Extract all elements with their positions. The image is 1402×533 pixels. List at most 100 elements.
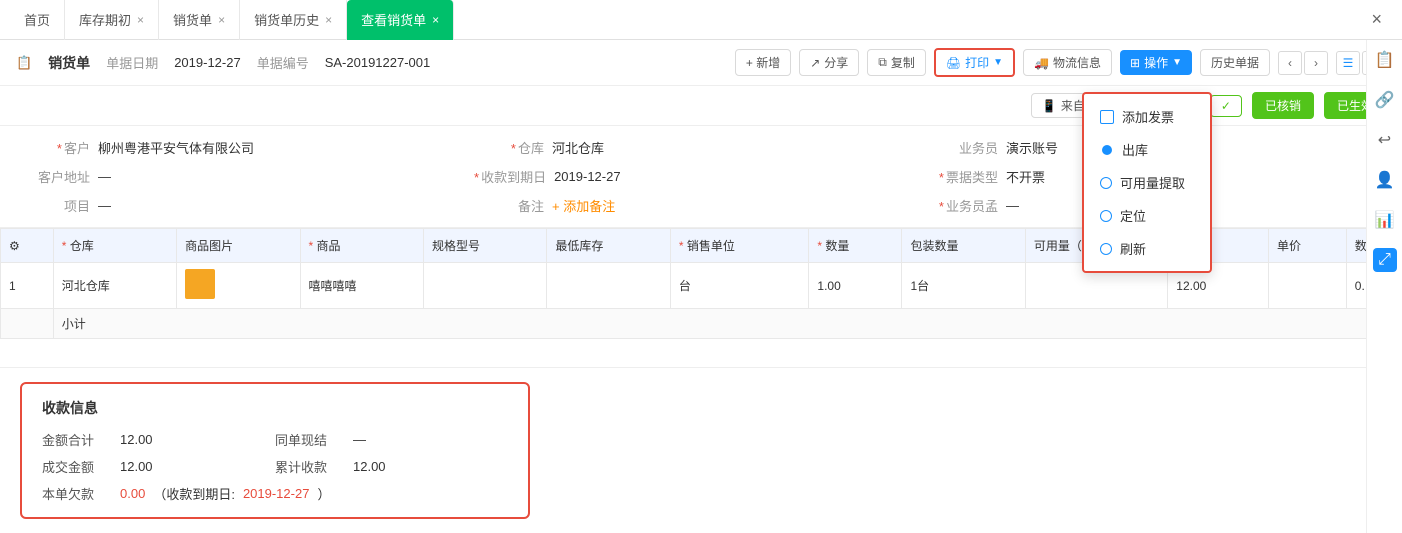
share-button[interactable]: ↗ 分享 [799,49,859,76]
add-invoice-label: 添加发票 [1122,107,1174,126]
operation-button[interactable]: ⊞ 操作 ▼ [1120,50,1192,75]
doc-meta: 单据日期 2019-12-27 单据编号 SA-20191227-001 [106,53,719,72]
same-order-value: — [353,432,366,447]
history-button[interactable]: 历史单据 [1200,49,1270,76]
tab-sales-history[interactable]: 销货单历史 × [240,0,347,40]
share-icon: ↗ [810,56,820,70]
bottom-panel: 收款信息 金额合计 12.00 同单现结 — 成交金额 12.00 [0,368,1402,533]
nav-arrows: ‹ › [1278,51,1328,75]
payment-title: 收款信息 [42,398,508,418]
sold-out-button[interactable]: 已核销 [1252,92,1314,119]
available-qty-item[interactable]: 可用量提取 [1084,166,1210,199]
tab-inventory[interactable]: 库存期初 × [65,0,159,40]
print-label: 打印 [965,54,989,71]
balance-row: 本单欠款 0.00 （收款到期日: 2019-12-27 ） [42,484,508,503]
sidebar-user-icon[interactable]: 👤 [1373,168,1397,192]
locate-item[interactable]: 定位 [1084,199,1210,232]
new-button[interactable]: + 新增 [735,49,791,76]
remark-label: 备注 [474,196,544,215]
remark-add[interactable]: + 添加备注 [552,196,615,215]
tab-view-sales[interactable]: 查看销货单 × [347,0,454,40]
row-min-stock [547,263,670,309]
window-close-button[interactable]: × [1361,9,1392,30]
ticket-label: 票据类型 [928,167,998,186]
list-view-icon[interactable]: ☰ [1336,51,1360,75]
subtotal-row: 小计 [1,309,1402,339]
col-settings[interactable]: ⚙ [1,229,54,263]
payment-grid: 金额合计 12.00 同单现结 — 成交金额 12.00 累计收款 12.00 [42,430,508,503]
operation-dropdown: 添加发票 出库 可用量提取 定位 刷新 [1082,92,1212,273]
prev-arrow[interactable]: ‹ [1278,51,1302,75]
tab-sales-history-close[interactable]: × [325,13,332,27]
project-row: 项目 — [20,196,474,215]
col-product: * 商品 [300,229,423,263]
add-invoice-icon [1100,110,1114,124]
due-date-label: 收款到期日 [474,167,546,186]
total-value: 12.00 [120,432,153,447]
row-warehouse: 河北仓库 [53,263,176,309]
cumulative-value: 12.00 [353,459,386,474]
col-sales-unit: * 销售单位 [670,229,809,263]
staff2-label: 业务员孟 [928,196,998,215]
check-icon: ✓ [1221,99,1231,113]
tab-sales-close[interactable]: × [218,13,225,27]
print-dropdown-arrow: ▼ [993,57,1003,68]
add-invoice-item[interactable]: 添加发票 [1084,100,1210,133]
transaction-label: 成交金额 [42,457,112,476]
logistics-label: 物流信息 [1053,54,1101,71]
operation-icon: ⊞ [1130,56,1140,70]
balance-date: 2019-12-27 [243,486,310,501]
doc-header: 📋 销货单 单据日期 2019-12-27 单据编号 SA-20191227-0… [0,40,1402,86]
tab-sales-label: 销货单 [173,10,212,29]
col-unit-price: 单价 [1268,229,1346,263]
print-button[interactable]: 🖨 打印 ▼ [934,48,1015,77]
tab-inventory-close[interactable]: × [137,13,144,27]
print-icon: 🖨 [946,56,961,70]
locate-label: 定位 [1120,206,1146,225]
sidebar-link-icon[interactable]: 🔗 [1373,88,1397,112]
row-num: 1 [1,263,54,309]
next-arrow[interactable]: › [1304,51,1328,75]
copy-button[interactable]: ⧉ 复制 [867,49,926,76]
col-quantity: * 数量 [809,229,902,263]
tab-home[interactable]: 首页 [10,0,65,40]
sidebar-doc-icon[interactable]: 📋 [1373,48,1397,72]
balance-label: 本单欠款 [42,484,112,503]
row-model [423,263,546,309]
project-value: — [98,198,111,213]
operation-dropdown-arrow: ▼ [1172,57,1182,68]
row-pack-qty: 1台 [902,263,1025,309]
staff-label: 业务员 [928,138,998,157]
logistics-button[interactable]: 🚚 物流信息 [1023,49,1112,76]
staff-value: 演示账号 [1006,138,1058,157]
col-product-img: 商品图片 [177,229,300,263]
row-product-img [177,263,300,309]
available-qty-label: 可用量提取 [1120,173,1185,192]
row-unit-price [1268,263,1346,309]
out-warehouse-item[interactable]: 出库 [1084,133,1210,166]
copy-icon: ⧉ [878,55,887,70]
row-product: 嘻嘻嘻嘻 [300,263,423,309]
number-label: 单据编号 [257,53,309,72]
sidebar-expand-icon[interactable]: ⤢ [1373,248,1397,272]
warehouse-row: 仓库 河北仓库 [474,138,928,157]
refresh-label: 刷新 [1120,239,1146,258]
number-value: SA-20191227-001 [325,55,431,70]
tab-view-sales-close[interactable]: × [432,13,439,27]
sidebar-chart-icon[interactable]: 📊 [1373,208,1397,232]
tab-sales[interactable]: 销货单 × [159,0,240,40]
refresh-item[interactable]: 刷新 [1084,232,1210,265]
subtotal-spacer: 小计 [53,309,1401,339]
cumulative-row: 累计收款 12.00 [275,457,508,476]
sidebar-return-icon[interactable]: ↩ [1373,128,1397,152]
same-order-label: 同单现结 [275,430,345,449]
address-label: 客户地址 [20,167,90,186]
total-label: 金额合计 [42,430,112,449]
transaction-row: 成交金额 12.00 [42,457,275,476]
doc-title: 销货单 [48,53,90,73]
col-warehouse: * 仓库 [53,229,176,263]
total-row: 金额合计 12.00 [42,430,275,449]
copy-label: 复制 [891,54,915,71]
warehouse-value: 河北仓库 [552,138,604,157]
check-button[interactable]: ✓ [1210,95,1242,117]
